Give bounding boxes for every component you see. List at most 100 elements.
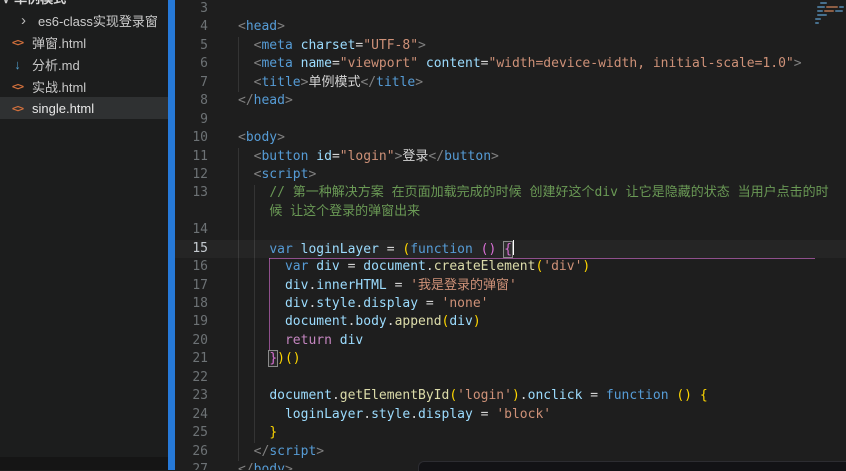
line-number[interactable]: 20: [175, 332, 208, 350]
line-number[interactable]: 18: [175, 295, 208, 313]
line-number[interactable]: 19: [175, 313, 208, 331]
code-row[interactable]: 21 })(): [175, 350, 846, 368]
line-number[interactable]: 11: [175, 148, 208, 166]
code-text[interactable]: </script>: [208, 443, 324, 461]
code-row[interactable]: 9: [175, 111, 846, 129]
sidebar-item-实战.html[interactable]: <> 实战.html: [0, 75, 168, 97]
code-row[interactable]: 23 document.getElementById('login').oncl…: [175, 387, 846, 405]
code-text[interactable]: })(): [208, 350, 301, 368]
line-number[interactable]: [175, 203, 208, 221]
line-number[interactable]: 14: [175, 221, 208, 239]
line-number[interactable]: 13: [175, 184, 208, 202]
line-number[interactable]: 6: [175, 55, 208, 73]
code-token: >: [491, 148, 499, 164]
code-text[interactable]: <body>: [208, 129, 285, 147]
code-text[interactable]: <meta name="viewport" content="width=dev…: [208, 55, 802, 73]
code-text[interactable]: <script>: [208, 166, 317, 184]
code-row[interactable]: 6 <meta name="viewport" content="width=d…: [175, 55, 846, 73]
code-text[interactable]: var div = document.createElement('div'): [208, 258, 590, 276]
code-row[interactable]: 15 var loginLayer = (function () {: [175, 239, 846, 258]
line-number[interactable]: 26: [175, 443, 208, 461]
line-number[interactable]: 4: [175, 18, 208, 36]
code-text[interactable]: [208, 111, 238, 129]
explorer-folder-header[interactable]: ∨ 单例模式: [2, 0, 66, 7]
line-number[interactable]: 25: [175, 424, 208, 442]
minimap-line: [839, 6, 844, 8]
code-token: head: [253, 93, 285, 109]
code-text[interactable]: <meta charset="UTF-8">: [208, 37, 426, 55]
code-text[interactable]: document.body.append(div): [208, 313, 481, 331]
code-editor[interactable]: 3 4 <head> 5 <meta charset="UTF-8"> 6 <meta …: [175, 0, 846, 470]
line-number[interactable]: 10: [175, 129, 208, 147]
code-text[interactable]: }: [208, 424, 277, 442]
line-number[interactable]: 24: [175, 406, 208, 424]
code-text[interactable]: document.getElementById('login').onclick…: [208, 387, 707, 405]
code-row-wrap[interactable]: 候 让这个登录的弹窗出来: [175, 203, 846, 221]
code-text[interactable]: // 第一种解决方案 在页面加载完成的时候 创建好这个div 让它是隐藏的状态 …: [208, 184, 829, 202]
minimap-line: [824, 10, 834, 12]
code-text[interactable]: [208, 0, 238, 18]
file-explorer-sidebar: ∨ 单例模式 › es6-class实现登录窗 <> 弹窗.html ↓ 分析.md <> 实…: [0, 0, 168, 470]
line-number[interactable]: 21: [175, 350, 208, 368]
line-number[interactable]: 5: [175, 37, 208, 55]
code-row[interactable]: 11 <button id="login">登录</button>: [175, 148, 846, 166]
line-number[interactable]: 16: [175, 258, 208, 276]
code-token: // 第一种解决方案 在页面加载完成的时候 创建好这个div 让它是隐藏的状态 …: [269, 185, 829, 201]
code-row[interactable]: 24 loginLayer.style.display = 'block': [175, 406, 846, 424]
sidebar-item-弹窗.html[interactable]: <> 弹窗.html: [0, 31, 168, 53]
code-row[interactable]: 8 </head>: [175, 92, 846, 110]
sidebar-resize-sash[interactable]: [168, 0, 175, 470]
line-number[interactable]: 22: [175, 369, 208, 387]
code-text[interactable]: div.style.display = 'none': [208, 295, 489, 313]
line-number[interactable]: 8: [175, 92, 208, 110]
line-number[interactable]: 27: [175, 461, 208, 470]
code-text[interactable]: div.innerHTML = '我是登录的弹窗': [208, 277, 517, 295]
line-number[interactable]: 15: [175, 240, 208, 258]
code-text[interactable]: var loginLayer = (function () {: [208, 239, 515, 258]
html-file-icon: <>: [11, 79, 24, 93]
code-text[interactable]: <title>单例模式</title>: [208, 74, 423, 92]
code-row[interactable]: 3: [175, 0, 846, 18]
line-number[interactable]: 12: [175, 166, 208, 184]
code-text[interactable]: <head>: [208, 18, 285, 36]
code-row[interactable]: 5 <meta charset="UTF-8">: [175, 37, 846, 55]
code-text[interactable]: [208, 369, 238, 387]
line-number[interactable]: 9: [175, 111, 208, 129]
code-row[interactable]: 19 document.body.append(div): [175, 313, 846, 331]
code-text[interactable]: </head>: [208, 92, 293, 110]
code-token: 登录: [402, 148, 429, 164]
code-row[interactable]: 22: [175, 369, 846, 387]
code-row[interactable]: 25 }: [175, 424, 846, 442]
line-number[interactable]: 23: [175, 387, 208, 405]
code-row[interactable]: 7 <title>单例模式</title>: [175, 74, 846, 92]
code-text[interactable]: return div: [208, 332, 363, 350]
sidebar-item-es6-class实现登录窗[interactable]: › es6-class实现登录窗: [0, 9, 168, 31]
code-row[interactable]: 20 return div: [175, 332, 846, 350]
code-row[interactable]: 17 div.innerHTML = '我是登录的弹窗': [175, 277, 846, 295]
line-number[interactable]: 7: [175, 74, 208, 92]
code-row[interactable]: 18 div.style.display = 'none': [175, 295, 846, 313]
code-text[interactable]: </body>: [208, 461, 293, 470]
code-row[interactable]: 14: [175, 221, 846, 239]
code-text[interactable]: loginLayer.style.display = 'block': [208, 406, 551, 424]
line-number[interactable]: 17: [175, 277, 208, 295]
code-text[interactable]: [208, 221, 238, 239]
code-text[interactable]: 候 让这个登录的弹窗出来: [208, 203, 420, 221]
sidebar-item-分析.md[interactable]: ↓ 分析.md: [0, 53, 168, 75]
sidebar-item-single.html[interactable]: <> single.html: [0, 97, 168, 119]
code-row[interactable]: 12 <script>: [175, 166, 846, 184]
line-number[interactable]: 3: [175, 0, 208, 18]
code-row[interactable]: 16 var div = document.createElement('div…: [175, 258, 846, 276]
code-text[interactable]: <button id="login">登录</button>: [208, 148, 499, 166]
code-row[interactable]: 13 // 第一种解决方案 在页面加载完成的时候 创建好这个div 让它是隐藏的…: [175, 184, 846, 202]
code-row[interactable]: 10 <body>: [175, 129, 846, 147]
code-row[interactable]: 26 </script>: [175, 443, 846, 461]
code-row[interactable]: 4 <head>: [175, 18, 846, 36]
code-token: getElementById: [339, 388, 450, 404]
